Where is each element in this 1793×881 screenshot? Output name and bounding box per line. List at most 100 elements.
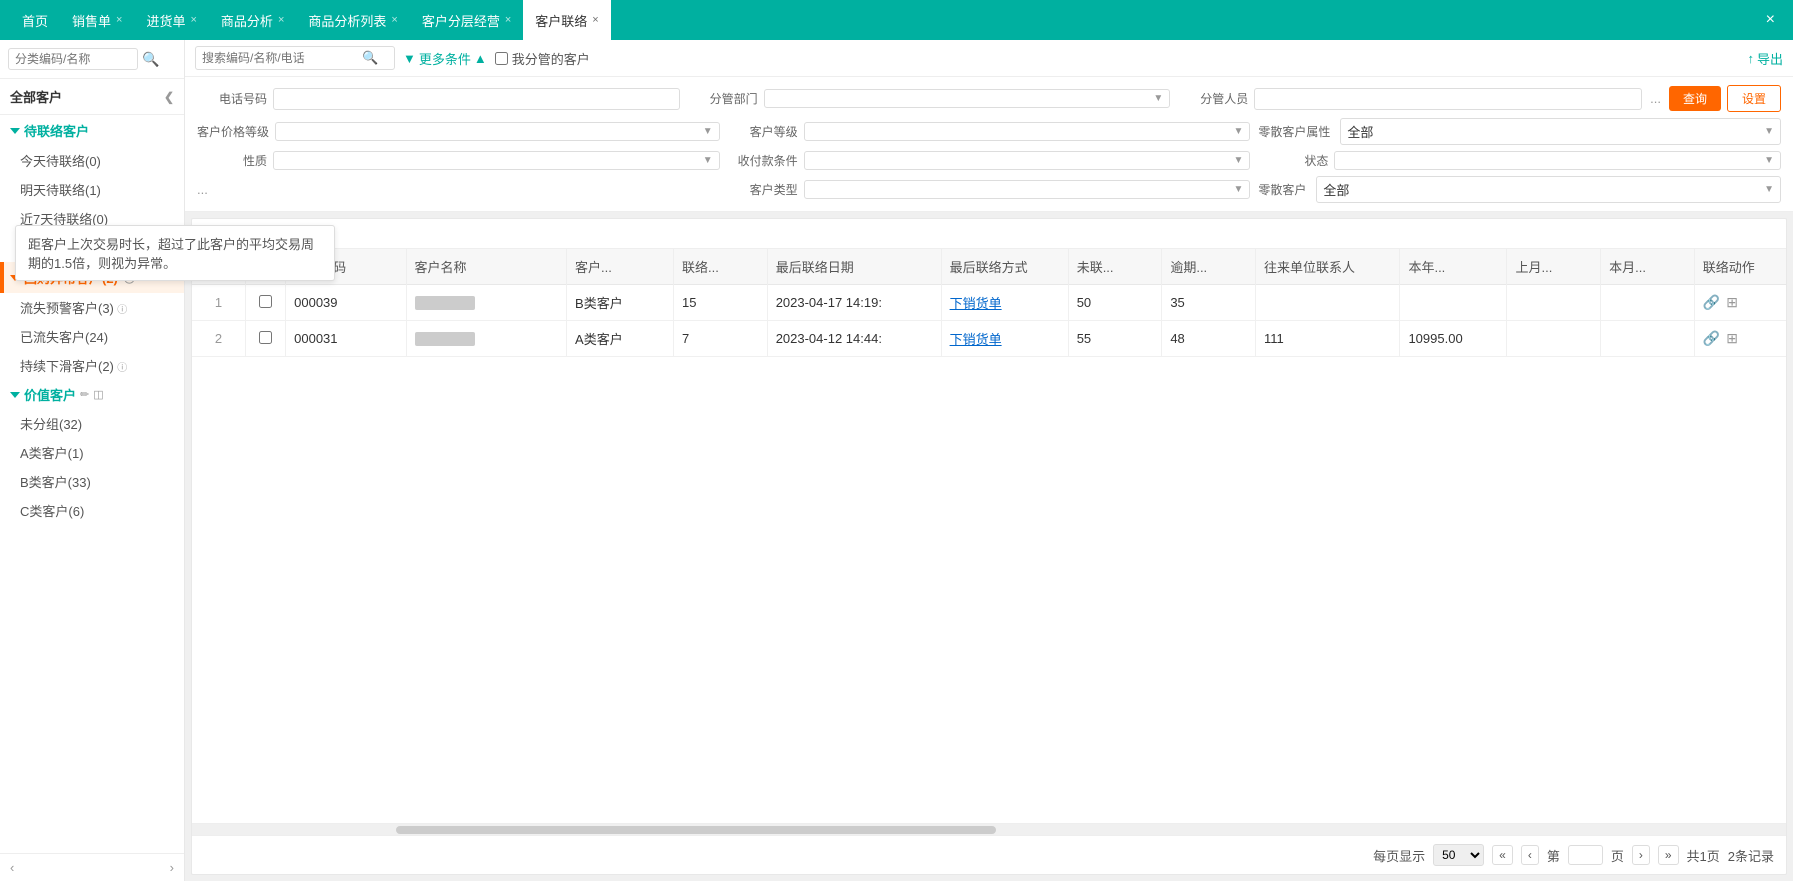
sidebar-search-icon[interactable]: 🔍	[142, 51, 159, 68]
filter-icon: ▼	[403, 51, 416, 66]
setting-button[interactable]: 设置	[1727, 85, 1781, 112]
more-dots-btn[interactable]: ...	[197, 182, 208, 197]
sidebar-item-ungrouped[interactable]: 未分组(32)	[0, 409, 184, 438]
sidebar-item-a-class[interactable]: A类客户(1)	[0, 438, 184, 467]
sidebar-next-icon[interactable]: ›	[170, 860, 174, 875]
page-number-input[interactable]: 1	[1568, 845, 1603, 865]
scroll-thumb[interactable]	[396, 826, 996, 834]
row2-year: 10995.00	[1400, 321, 1507, 357]
nav-home[interactable]: 首页	[10, 0, 60, 40]
per-page-select[interactable]: 50 20 100	[1433, 844, 1484, 866]
phone-input[interactable]	[273, 88, 680, 110]
col-date-header[interactable]: 最后联络日期	[767, 249, 941, 285]
price-level-select[interactable]: ▼	[275, 122, 720, 141]
table-scroll-area[interactable]: 客户编码 客户名称 客户... 联络...	[192, 249, 1786, 823]
row1-checkbox[interactable]	[246, 285, 286, 321]
col-overdue-header[interactable]: 逾期...	[1162, 249, 1256, 285]
row2-link-icon[interactable]: 🔗	[1703, 330, 1720, 347]
dept-select[interactable]: ▼	[764, 89, 1171, 108]
sidebar-item-b-class[interactable]: B类客户(33)	[0, 467, 184, 496]
first-page-btn[interactable]: «	[1492, 845, 1513, 865]
sidebar-section-pending[interactable]: 待联络客户	[0, 115, 184, 146]
col-type-header[interactable]: 客户...	[567, 249, 674, 285]
my-customers-checkbox[interactable]: 我分管的客户	[495, 49, 590, 68]
my-customers-check[interactable]	[495, 52, 508, 65]
row1-check[interactable]	[259, 295, 272, 308]
nav-customer-contact[interactable]: 客户联络 ×	[523, 0, 610, 40]
row1-link-icon[interactable]: 🔗	[1703, 294, 1720, 311]
manager-input[interactable]	[1254, 88, 1642, 110]
col-unit-header[interactable]: 往来单位联系人	[1255, 249, 1399, 285]
sidebar-collapse-icon[interactable]: ❮	[164, 90, 174, 104]
filter-bar: 🔍 ▼ 更多条件 ▲ 我分管的客户 ↑ 导出	[185, 40, 1793, 77]
col-name-header[interactable]: 客户名称	[406, 249, 567, 285]
sidebar-prev-icon[interactable]: ‹	[10, 860, 14, 875]
row1-last-method[interactable]: 下销货单	[941, 285, 1068, 321]
col-action-header[interactable]: 联络动作	[1694, 249, 1786, 285]
payment-select[interactable]: ▼	[804, 151, 1251, 170]
main-layout: 🔍 全部客户 ❮ 待联络客户 今天待联络(0) 明天待联络(1) 近7天待联络(…	[0, 40, 1793, 881]
col-contact-header[interactable]: 联络...	[674, 249, 768, 285]
close-purchase-icon[interactable]: ×	[190, 14, 196, 26]
nav-analysis-list[interactable]: 商品分析列表 ×	[296, 0, 409, 40]
row2-checkbox[interactable]	[246, 321, 286, 357]
sidebar-item-churned[interactable]: 已流失客户(24)	[0, 322, 184, 351]
horizontal-scrollbar[interactable]	[192, 823, 1786, 835]
last-page-btn[interactable]: »	[1658, 845, 1679, 865]
row2-check[interactable]	[259, 331, 272, 344]
prev-page-btn[interactable]: ‹	[1521, 845, 1539, 865]
pagination: 每页显示 50 20 100 « ‹ 第 1 页 › » 共1页 2条记录	[192, 835, 1786, 874]
close-sales-icon[interactable]: ×	[116, 14, 122, 26]
col-year-header[interactable]: 本年...	[1400, 249, 1507, 285]
close-analysis-list-icon[interactable]: ×	[391, 14, 397, 26]
customer-type-select[interactable]: ▼	[804, 180, 1251, 199]
sidebar-all-customers[interactable]: 全部客户 ❮	[0, 79, 184, 115]
customer-table: 客户编码 客户名称 客户... 联络...	[192, 249, 1786, 357]
filter-search-icon[interactable]: 🔍	[362, 50, 378, 66]
manager-more-icon[interactable]: ...	[1650, 91, 1661, 106]
export-button[interactable]: ↑ 导出	[1747, 49, 1783, 68]
declining-help[interactable]: ⓘ	[117, 363, 127, 374]
sidebar-search-input[interactable]	[8, 48, 138, 70]
nature-select[interactable]: ▼	[273, 151, 720, 170]
row1-overdue: 35	[1162, 285, 1256, 321]
retail-attr-field: 零散客户属性 全部 ▼	[1258, 118, 1781, 145]
status-select[interactable]: ▼	[1334, 151, 1781, 170]
close-contact-icon[interactable]: ×	[592, 14, 598, 26]
sidebar-section-value[interactable]: 价值客户 ✏ ◫	[0, 380, 184, 409]
sidebar-item-today[interactable]: 今天待联络(0)	[0, 146, 184, 175]
col-lastmonth-header[interactable]: 上月...	[1507, 249, 1601, 285]
customer-level-select[interactable]: ▼	[804, 122, 1251, 141]
more-conditions-btn[interactable]: ▼ 更多条件 ▲	[403, 49, 487, 68]
per-page-label: 每页显示	[1373, 846, 1425, 865]
close-all-button[interactable]: ×	[1758, 11, 1783, 29]
row2-num: 2	[192, 321, 246, 357]
col-thismonth-header[interactable]: 本月...	[1601, 249, 1695, 285]
nav-purchase[interactable]: 进货单 ×	[134, 0, 208, 40]
value-edit-icon[interactable]: ✏	[80, 388, 89, 401]
row2-unread: 55	[1068, 321, 1162, 357]
sidebar-item-tomorrow[interactable]: 明天待联络(1)	[0, 175, 184, 204]
close-analysis-icon[interactable]: ×	[278, 14, 284, 26]
value-config-icon[interactable]: ◫	[93, 388, 103, 401]
sidebar-item-churn-warning[interactable]: 流失预警客户(3) ⓘ	[0, 293, 184, 322]
row2-last-method[interactable]: 下销货单	[941, 321, 1068, 357]
sidebar-item-declining[interactable]: 持续下滑客户(2) ⓘ	[0, 351, 184, 380]
row2-grid-icon[interactable]: ⊞	[1726, 330, 1738, 347]
nav-customer-segment[interactable]: 客户分层经营 ×	[410, 0, 523, 40]
nav-sales[interactable]: 销售单 ×	[60, 0, 134, 40]
retail-attr-box: 零散客户属性 全部 ▼	[1258, 118, 1781, 145]
col-last-contact-header[interactable]: 最后联络方式	[941, 249, 1068, 285]
nav-analysis[interactable]: 商品分析 ×	[209, 0, 296, 40]
retail-arrow: ▼	[1764, 184, 1774, 195]
retail-attr-select[interactable]: 全部 ▼	[1340, 118, 1781, 145]
filter-search-input[interactable]	[202, 51, 362, 65]
col-unread-header[interactable]: 未联...	[1068, 249, 1162, 285]
query-button[interactable]: 查询	[1669, 86, 1721, 111]
retail-select[interactable]: 全部 ▼	[1316, 176, 1781, 203]
row1-grid-icon[interactable]: ⊞	[1726, 294, 1738, 311]
next-page-btn[interactable]: ›	[1632, 845, 1650, 865]
churn-warning-help[interactable]: ⓘ	[117, 305, 127, 316]
close-segment-icon[interactable]: ×	[505, 14, 511, 26]
sidebar-item-c-class[interactable]: C类客户(6)	[0, 496, 184, 525]
